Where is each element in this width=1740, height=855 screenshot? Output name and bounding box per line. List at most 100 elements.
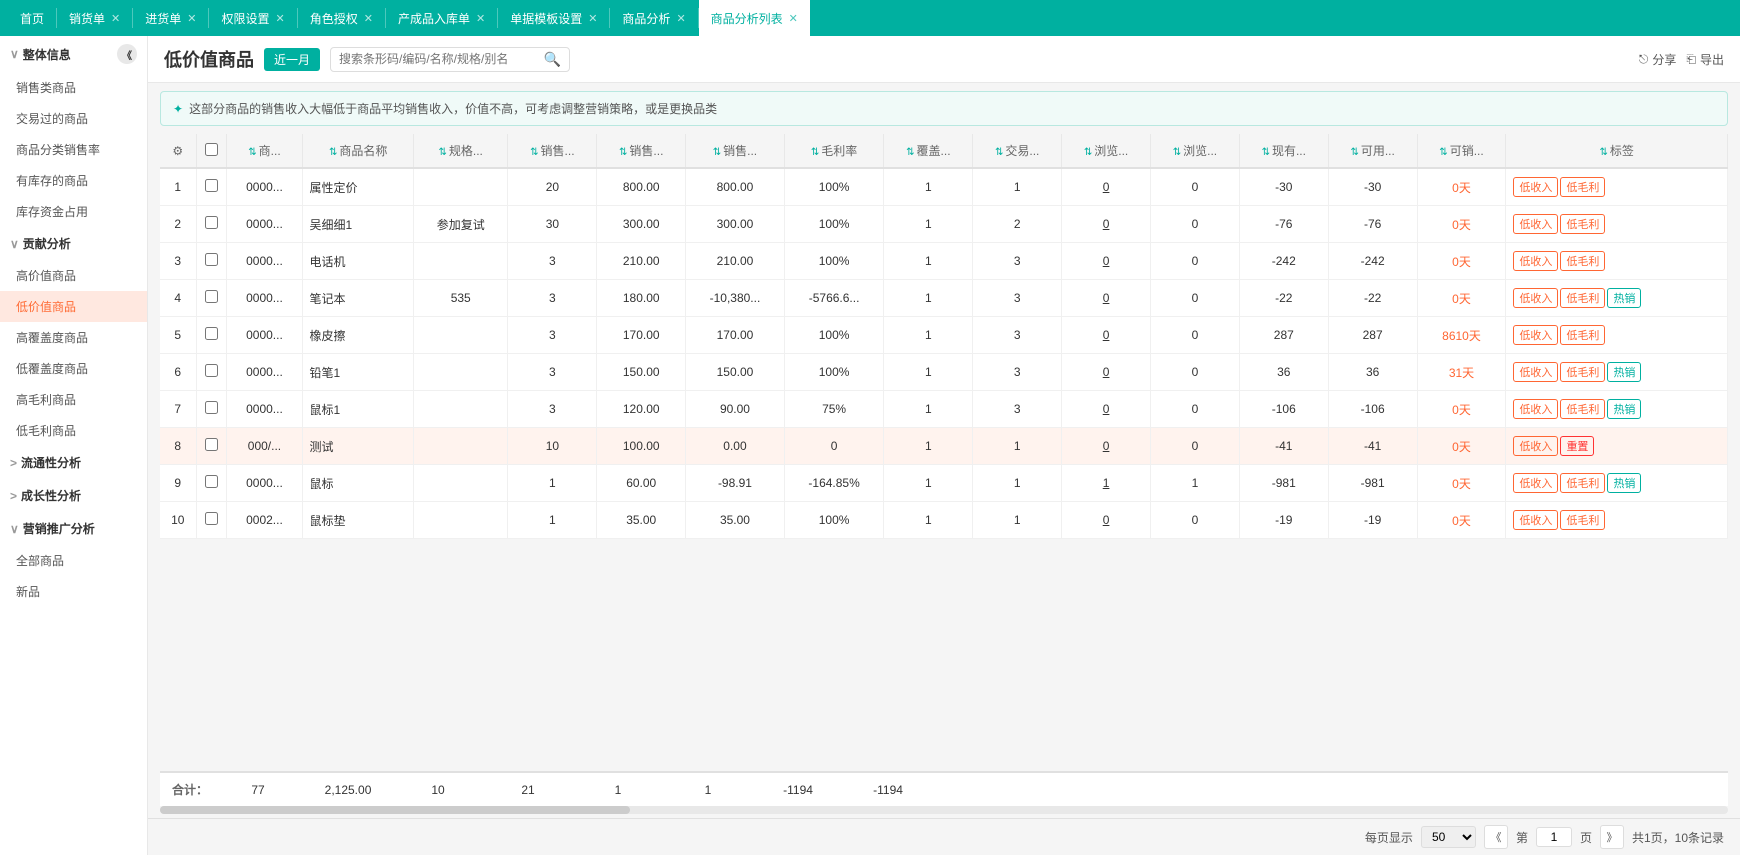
sidebar-section-growth[interactable]: > 成长性分析 xyxy=(0,479,147,512)
view-link[interactable]: 0 xyxy=(1103,291,1110,305)
view-link[interactable]: 0 xyxy=(1103,180,1110,194)
share-btn[interactable]: ⎋ 分享 xyxy=(1639,51,1677,68)
sidebar-item-category-sales-rate[interactable]: 商品分类销售率 xyxy=(0,134,147,165)
th-sale-price[interactable]: ⇅销售... xyxy=(597,134,686,168)
th-available[interactable]: ⇅可用... xyxy=(1328,134,1417,168)
search-input[interactable] xyxy=(339,52,538,66)
search-icon[interactable]: 🔍 xyxy=(544,51,561,68)
close-permission-settings[interactable]: ✕ xyxy=(276,12,285,25)
next-page-btn[interactable]: 》 xyxy=(1600,825,1624,849)
sidebar-section-promo[interactable]: ∨ 营销推广分析 xyxy=(0,512,147,545)
sidebar-section-flow[interactable]: > 流通性分析 xyxy=(0,446,147,479)
th-spec[interactable]: ⇅规格... xyxy=(413,134,507,168)
row-checkbox[interactable] xyxy=(205,475,218,488)
sidebar-item-high-margin[interactable]: 高毛利商品 xyxy=(0,384,147,415)
nav-permission-settings[interactable]: 权限设置 ✕ xyxy=(209,0,296,36)
sidebar-item-stock-products[interactable]: 有库存的商品 xyxy=(0,165,147,196)
row-checkbox[interactable] xyxy=(205,290,218,303)
scroll-thumb[interactable] xyxy=(160,806,630,814)
view-link[interactable]: 0 xyxy=(1103,217,1110,231)
table-container[interactable]: ⚙ ⇅商... ⇅商品名称 ⇅规格... ⇅销售... ⇅销售... ⇅销售..… xyxy=(160,134,1728,763)
td-view1[interactable]: 0 xyxy=(1062,317,1151,354)
view-link[interactable]: 0 xyxy=(1103,328,1110,342)
select-all-checkbox[interactable] xyxy=(205,143,218,156)
th-current[interactable]: ⇅现有... xyxy=(1239,134,1328,168)
th-margin[interactable]: ⇅毛利率 xyxy=(784,134,884,168)
sidebar-item-stock-capital[interactable]: 库存资金占用 xyxy=(0,196,147,227)
row-checkbox[interactable] xyxy=(205,327,218,340)
sidebar-item-all-products[interactable]: 全部商品 xyxy=(0,545,147,576)
th-check[interactable] xyxy=(196,134,226,168)
th-tags[interactable]: ⇅标签 xyxy=(1506,134,1728,168)
page-number-input[interactable] xyxy=(1536,827,1572,847)
td-view1[interactable]: 0 xyxy=(1062,354,1151,391)
view-link[interactable]: 0 xyxy=(1103,365,1110,379)
sidebar-item-traded-products[interactable]: 交易过的商品 xyxy=(0,103,147,134)
th-code[interactable]: ⇅商... xyxy=(226,134,303,168)
td-view1[interactable]: 0 xyxy=(1062,502,1151,539)
sidebar-item-high-value[interactable]: 高价值商品 xyxy=(0,260,147,291)
td-check[interactable] xyxy=(196,391,226,428)
td-view1[interactable]: 0 xyxy=(1062,206,1151,243)
th-coverage[interactable]: ⇅覆盖... xyxy=(884,134,973,168)
horizontal-scrollbar[interactable] xyxy=(160,806,1728,814)
td-view1[interactable]: 0 xyxy=(1062,391,1151,428)
sidebar-item-sales-products[interactable]: 销售类商品 xyxy=(0,72,147,103)
collapse-sidebar-btn[interactable]: 《 xyxy=(117,44,137,64)
th-gear[interactable]: ⚙ xyxy=(160,134,196,168)
sidebar-item-new-products[interactable]: 新品 xyxy=(0,576,147,607)
sidebar-section-overall[interactable]: ∨ 整体信息 《 xyxy=(0,36,147,72)
sidebar-item-high-coverage[interactable]: 高覆盖度商品 xyxy=(0,322,147,353)
td-check[interactable] xyxy=(196,206,226,243)
nav-purchase-order[interactable]: 进货单 ✕ xyxy=(133,0,208,36)
row-checkbox[interactable] xyxy=(205,438,218,451)
view-link[interactable]: 1 xyxy=(1103,476,1110,490)
th-view1[interactable]: ⇅浏览... xyxy=(1062,134,1151,168)
view-link[interactable]: 0 xyxy=(1103,439,1110,453)
td-view1[interactable]: 0 xyxy=(1062,280,1151,317)
th-name[interactable]: ⇅商品名称 xyxy=(303,134,414,168)
row-checkbox[interactable] xyxy=(205,364,218,377)
nav-product-analysis-list[interactable]: 商品分析列表 ✕ xyxy=(699,0,810,36)
nav-template-settings[interactable]: 单据模板设置 ✕ xyxy=(498,0,609,36)
th-sale-amt[interactable]: ⇅销售... xyxy=(686,134,785,168)
sidebar-item-low-coverage[interactable]: 低覆盖度商品 xyxy=(0,353,147,384)
close-role-auth[interactable]: ✕ xyxy=(364,12,373,25)
td-check[interactable] xyxy=(196,317,226,354)
nav-product-storage[interactable]: 产成品入库单 ✕ xyxy=(386,0,497,36)
view-link[interactable]: 0 xyxy=(1103,402,1110,416)
export-btn[interactable]: ⎗ 导出 xyxy=(1686,51,1724,68)
td-check[interactable] xyxy=(196,243,226,280)
close-purchase-order[interactable]: ✕ xyxy=(187,12,196,25)
row-checkbox[interactable] xyxy=(205,216,218,229)
td-check[interactable] xyxy=(196,428,226,465)
td-check[interactable] xyxy=(196,465,226,502)
td-view1[interactable]: 0 xyxy=(1062,168,1151,206)
td-view1[interactable]: 0 xyxy=(1062,243,1151,280)
nav-product-analysis[interactable]: 商品分析 ✕ xyxy=(610,0,697,36)
close-product-storage[interactable]: ✕ xyxy=(476,12,485,25)
filter-btn[interactable]: 近一月 xyxy=(264,48,320,71)
sidebar-item-low-value[interactable]: 低价值商品 xyxy=(0,291,147,322)
td-check[interactable] xyxy=(196,354,226,391)
nav-home[interactable]: 首页 xyxy=(8,0,56,36)
first-page-btn[interactable]: 《 xyxy=(1484,825,1508,849)
row-checkbox[interactable] xyxy=(205,401,218,414)
th-trade[interactable]: ⇅交易... xyxy=(973,134,1062,168)
close-sales-order[interactable]: ✕ xyxy=(111,12,120,25)
th-view2[interactable]: ⇅浏览... xyxy=(1151,134,1240,168)
row-checkbox[interactable] xyxy=(205,253,218,266)
td-view1[interactable]: 0 xyxy=(1062,428,1151,465)
nav-role-auth[interactable]: 角色授权 ✕ xyxy=(298,0,385,36)
th-sale-qty[interactable]: ⇅销售... xyxy=(508,134,597,168)
row-checkbox[interactable] xyxy=(205,512,218,525)
nav-sales-order[interactable]: 销货单 ✕ xyxy=(57,0,132,36)
row-checkbox[interactable] xyxy=(205,179,218,192)
th-sellable[interactable]: ⇅可销... xyxy=(1417,134,1506,168)
per-page-select[interactable]: 50 100 200 xyxy=(1421,826,1476,848)
td-check[interactable] xyxy=(196,168,226,206)
td-view1[interactable]: 1 xyxy=(1062,465,1151,502)
view-link[interactable]: 0 xyxy=(1103,513,1110,527)
td-check[interactable] xyxy=(196,280,226,317)
close-product-analysis[interactable]: ✕ xyxy=(676,12,685,25)
